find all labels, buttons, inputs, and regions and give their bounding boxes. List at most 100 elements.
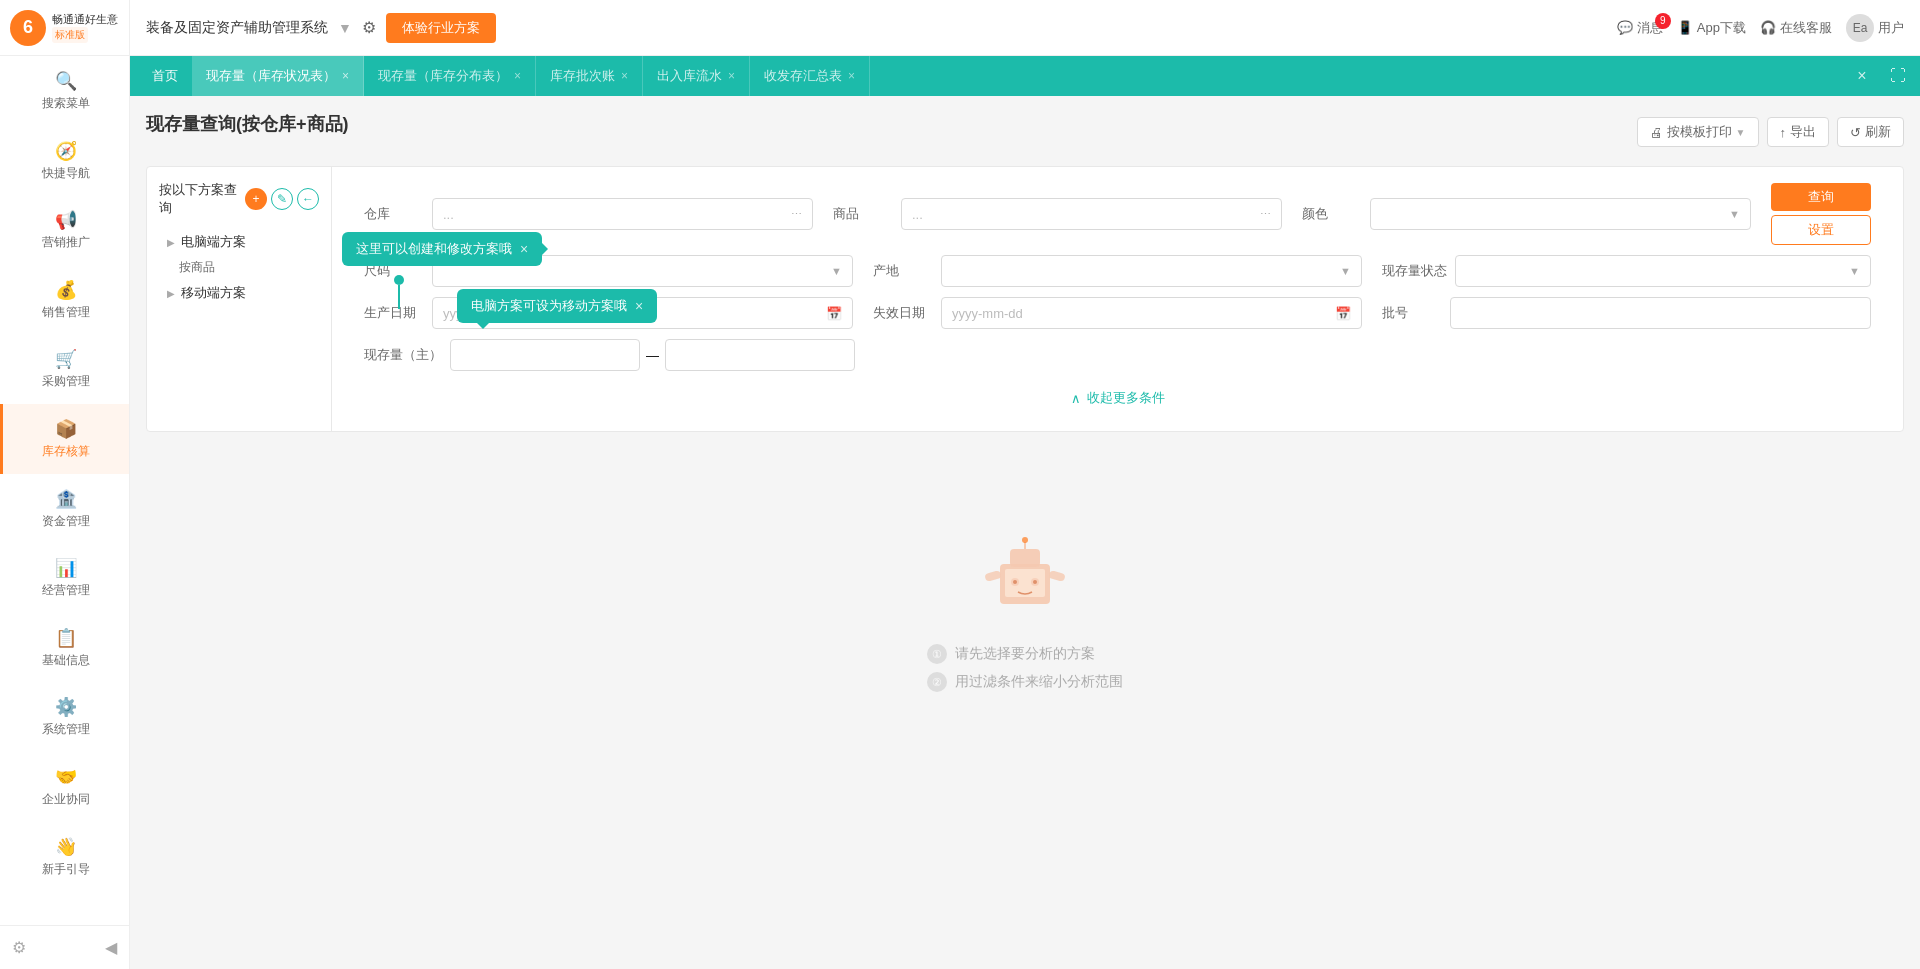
print-btn[interactable]: 🖨 按模板打印 ▼ (1637, 117, 1759, 147)
collapse-more-btn[interactable]: ∧ 收起更多条件 (364, 381, 1871, 415)
color-field: 颜色 ▼ (1302, 183, 1751, 245)
main-content: 现存量查询(按仓库+商品) 🖨 按模板打印 ▼ ↑ 导出 ↺ 刷新 按以下方案查… (130, 96, 1920, 969)
stock-main-from[interactable] (450, 339, 640, 371)
print-icon: 🖨 (1650, 125, 1663, 140)
sales-icon: 💰 (55, 279, 77, 301)
sidebar-item-label-purchase: 采购管理 (42, 374, 90, 390)
tab-close-collection-summary[interactable]: × (848, 69, 855, 83)
tooltip-bubble-1: 电脑方案可设为移动方案哦 × (457, 289, 657, 323)
tab-inventory-status-label: 现存量（库存状况表） (206, 67, 336, 85)
scheme-desktop[interactable]: ▶ 电脑端方案 (159, 229, 319, 255)
filter-area: 按以下方案查询 + ✎ ← ▶ 电脑端方案 按商品 ▶ 移动端方案 (146, 166, 1904, 432)
scheme-mobile[interactable]: ▶ 移动端方案 (159, 280, 319, 306)
goods-label: 商品 (833, 205, 893, 223)
batch-field: 批号 (1382, 297, 1871, 329)
tab-inventory-status[interactable]: 现存量（库存状况表） × (192, 56, 364, 96)
scheme-desktop-label: 电脑端方案 (181, 233, 246, 251)
stock-main-to[interactable] (665, 339, 855, 371)
svg-rect-9 (984, 570, 1002, 582)
logo-text: 畅通通好生意 标准版 (52, 12, 118, 43)
tab-collection-summary[interactable]: 收发存汇总表 × (750, 56, 870, 96)
system-title: 装备及固定资产辅助管理系统 (146, 19, 328, 37)
sidebar-item-label-marketing: 营销推广 (42, 235, 90, 251)
app-download-btn[interactable]: 📱 App下载 (1677, 19, 1746, 37)
sidebar-item-inventory[interactable]: 📦 库存核算 (0, 404, 129, 474)
scheme-sub-item[interactable]: 按商品 (159, 259, 319, 276)
expiry-date-label: 失效日期 (873, 304, 933, 322)
export-btn-label: 导出 (1790, 123, 1816, 141)
expiry-date-calendar-icon: 📅 (1335, 306, 1351, 321)
sidebar-item-purchase[interactable]: 🛒 采购管理 (0, 334, 129, 404)
sidebar-item-marketing[interactable]: 📢 营销推广 (0, 195, 129, 265)
settings-btn[interactable]: 设置 (1771, 215, 1871, 245)
sidebar-item-sales[interactable]: 💰 销售管理 (0, 265, 129, 335)
tooltip-bubble-2: 这里可以创建和修改方案哦 × (342, 232, 542, 266)
tab-batch-account[interactable]: 库存批次账 × (536, 56, 643, 96)
sidebar-item-guide[interactable]: 👋 新手引导 (0, 822, 129, 892)
dropdown-arrow-icon[interactable]: ▼ (338, 20, 352, 36)
message-btn[interactable]: 💬 消息 9 (1617, 19, 1663, 37)
sidebar-item-management[interactable]: 📊 经营管理 (0, 543, 129, 613)
step2-num: ② (927, 672, 947, 692)
sidebar-item-basic[interactable]: 📋 基础信息 (0, 613, 129, 683)
refresh-btn-label: 刷新 (1865, 123, 1891, 141)
quicknav-icon: 🧭 (55, 140, 77, 162)
tab-inout-flow[interactable]: 出入库流水 × (643, 56, 750, 96)
tab-expand-btn[interactable]: ⛶ (1884, 62, 1912, 90)
filter-btn-group: + ✎ ← (245, 188, 319, 210)
goods-select[interactable]: ... ⋯ (901, 198, 1282, 230)
header-gear-icon[interactable]: ⚙ (362, 18, 376, 37)
color-select[interactable]: ▼ (1370, 198, 1751, 230)
management-icon: 📊 (55, 557, 77, 579)
step2-text: 用过滤条件来缩小分析范围 (955, 673, 1123, 691)
message-icon: 💬 (1617, 20, 1633, 35)
tab-home[interactable]: 首页 (138, 56, 192, 96)
collapse-btn-label: 收起更多条件 (1087, 389, 1165, 407)
filter-header: 按以下方案查询 + ✎ ← (159, 181, 319, 217)
search-btn[interactable]: 查询 (1771, 183, 1871, 211)
sidebar-item-system[interactable]: ⚙️ 系统管理 (0, 682, 129, 752)
refresh-btn[interactable]: ↺ 刷新 (1837, 117, 1904, 147)
tab-inventory-dist[interactable]: 现存量（库存分布表） × (364, 56, 536, 96)
tab-close-all-btn[interactable]: × (1848, 62, 1876, 90)
tooltip1-close-btn[interactable]: × (635, 298, 643, 314)
step1-num: ① (927, 644, 947, 664)
origin-select[interactable]: ▼ (941, 255, 1362, 287)
dot-connector-1 (394, 275, 404, 309)
add-scheme-btn[interactable]: + (245, 188, 267, 210)
user-area[interactable]: Ea 用户 (1846, 14, 1904, 42)
tab-close-batch-account[interactable]: × (621, 69, 628, 83)
sidebar-item-label-sales: 销售管理 (42, 305, 90, 321)
edit-scheme-btn[interactable]: ✎ (271, 188, 293, 210)
stock-status-select[interactable]: ▼ (1455, 255, 1871, 287)
collapse-sidebar-btn[interactable]: ◀ (105, 938, 117, 957)
inventory-icon: 📦 (55, 418, 77, 440)
tooltip2-close-btn[interactable]: × (520, 241, 528, 257)
sidebar-item-search[interactable]: 🔍 搜索菜单 (0, 56, 129, 126)
back-btn[interactable]: ← (297, 188, 319, 210)
header: 装备及固定资产辅助管理系统 ▼ ⚙ 体验行业方案 💬 消息 9 📱 App下载 … (130, 0, 1920, 56)
tab-close-inventory-status[interactable]: × (342, 69, 349, 83)
color-arrow-icon: ▼ (1729, 208, 1740, 220)
filter-title: 按以下方案查询 (159, 181, 237, 217)
tab-batch-account-label: 库存批次账 (550, 67, 615, 85)
tooltip1-text: 电脑方案可设为移动方案哦 (471, 297, 627, 315)
batch-input[interactable] (1450, 297, 1871, 329)
sidebar-item-finance[interactable]: 🏦 资金管理 (0, 474, 129, 544)
sidebar-item-quicknav[interactable]: 🧭 快捷导航 (0, 126, 129, 196)
collapse-chevron-icon: ∧ (1071, 391, 1081, 406)
online-support-btn[interactable]: 🎧 在线客服 (1760, 19, 1832, 37)
origin-arrow-icon: ▼ (1340, 265, 1351, 277)
tab-close-inout-flow[interactable]: × (728, 69, 735, 83)
sidebar-item-enterprise[interactable]: 🤝 企业协同 (0, 752, 129, 822)
industry-btn[interactable]: 体验行业方案 (386, 13, 496, 43)
refresh-icon: ↺ (1850, 125, 1861, 140)
warehouse-select[interactable]: ... ⋯ (432, 198, 813, 230)
tab-close-inventory-dist[interactable]: × (514, 69, 521, 83)
stock-status-field: 现存量状态 ▼ (1382, 255, 1871, 287)
goods-arrow-icon: ⋯ (1260, 208, 1271, 221)
expiry-date-input[interactable]: yyyy-mm-dd 📅 (941, 297, 1362, 329)
search-actions: 查询 设置 (1771, 183, 1871, 245)
settings-bottom-btn[interactable]: ⚙ (12, 938, 26, 957)
export-btn[interactable]: ↑ 导出 (1767, 117, 1830, 147)
